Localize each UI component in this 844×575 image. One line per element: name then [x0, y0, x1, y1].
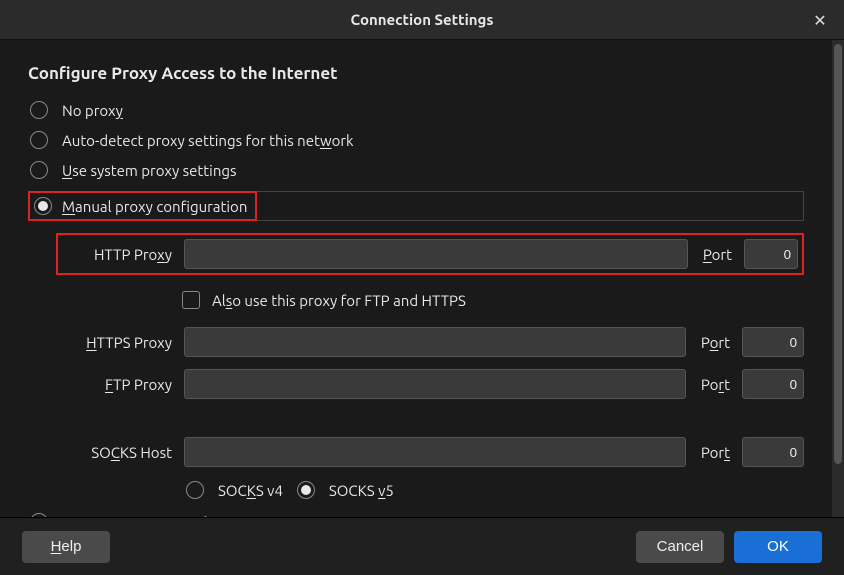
radio-system-proxy[interactable]: Use system proxy settings: [28, 161, 804, 179]
ftp-proxy-label: FTP Proxy: [56, 376, 178, 393]
socks-port-input[interactable]: [742, 437, 804, 467]
http-proxy-label: HTTP Proxy: [62, 246, 178, 263]
scrollbar[interactable]: [832, 40, 844, 517]
checkbox-label: Also use this proxy for FTP and HTTPS: [212, 292, 466, 309]
help-button[interactable]: Help: [22, 531, 110, 563]
http-proxy-host-input[interactable]: [184, 239, 688, 269]
radio-label: Use system proxy settings: [62, 162, 237, 179]
radio-icon: [30, 131, 48, 149]
socks-port-label: Port: [692, 444, 736, 461]
radio-auto-detect[interactable]: Auto-detect proxy settings for this netw…: [28, 131, 804, 149]
https-proxy-label: HTTPS Proxy: [56, 334, 178, 351]
radio-label: Auto-detect proxy settings for this netw…: [62, 132, 354, 149]
radio-auto-config-url[interactable]: Automatic proxy configuration URL: [28, 513, 804, 517]
radio-manual-proxy[interactable]: Manual proxy configuration: [28, 191, 257, 221]
radio-socks-v5[interactable]: SOCKS v5: [295, 481, 394, 499]
radio-label: Automatic proxy configuration URL: [62, 514, 299, 518]
socks-host-label: SOCKS Host: [56, 444, 178, 461]
https-proxy-port-input[interactable]: [742, 327, 804, 357]
titlebar: Connection Settings ✕: [0, 0, 844, 40]
https-port-label: Port: [692, 334, 736, 351]
window-title: Connection Settings: [351, 11, 494, 28]
radio-no-proxy[interactable]: No proxy: [28, 101, 804, 119]
ftp-proxy-host-input[interactable]: [184, 369, 686, 399]
radio-manual-proxy-row: Manual proxy configuration: [28, 191, 804, 221]
ok-button[interactable]: OK: [734, 531, 822, 563]
cancel-button[interactable]: Cancel: [636, 531, 724, 563]
ftp-proxy-port-input[interactable]: [742, 369, 804, 399]
ftp-port-label: Port: [692, 376, 736, 393]
radio-label: SOCKS v5: [329, 482, 394, 499]
socks-host-input[interactable]: [184, 437, 686, 467]
dialog-content: Configure Proxy Access to the Internet N…: [0, 40, 832, 517]
also-use-proxy-checkbox-row[interactable]: Also use this proxy for FTP and HTTPS: [182, 291, 804, 309]
radio-icon: [34, 197, 52, 215]
radio-socks-v4[interactable]: SOCKS v4: [184, 481, 283, 499]
radio-label: SOCKS v4: [218, 482, 283, 499]
radio-label: No proxy: [62, 102, 123, 119]
radio-icon: [30, 101, 48, 119]
radio-icon: [297, 481, 315, 499]
http-proxy-port-input[interactable]: [744, 239, 798, 269]
radio-icon: [30, 513, 48, 517]
scrollbar-thumb[interactable]: [834, 44, 842, 464]
http-port-label: Port: [694, 246, 738, 263]
close-icon[interactable]: ✕: [808, 8, 832, 32]
radio-icon: [186, 481, 204, 499]
section-heading: Configure Proxy Access to the Internet: [28, 64, 804, 83]
dialog-footer: Help Cancel OK: [0, 517, 844, 575]
https-proxy-host-input[interactable]: [184, 327, 686, 357]
radio-icon: [30, 161, 48, 179]
radio-label: Manual proxy configuration: [62, 198, 247, 215]
http-proxy-row: HTTP Proxy Port: [56, 233, 804, 275]
checkbox-icon: [182, 291, 200, 309]
